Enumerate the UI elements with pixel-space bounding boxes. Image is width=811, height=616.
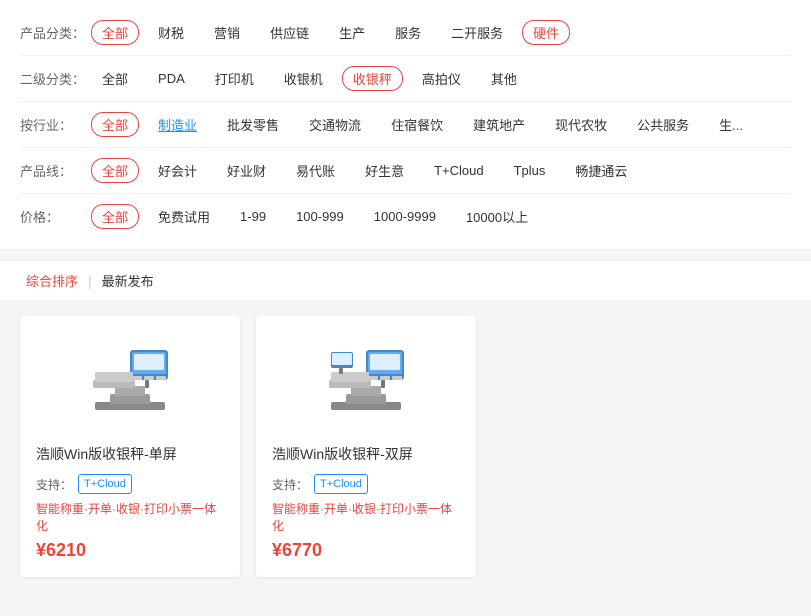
product-image-0: [36, 332, 224, 432]
subcategory-item-gaopayi[interactable]: 高拍仪: [411, 66, 472, 91]
price-item-free[interactable]: 免费试用: [147, 204, 221, 229]
product-title-0: 浩顺Win版收银秤-单屏: [36, 444, 224, 464]
category-row: 产品分类： 全部 财税 营销 供应链 生产 服务 二开服务 硬件: [20, 10, 791, 56]
industry-row: 按行业： 全部 制造业 批发零售 交通物流 住宿餐饮 建筑地产 现代农牧 公共服…: [20, 102, 791, 148]
productline-item-tcloud[interactable]: T+Cloud: [423, 160, 495, 181]
subcategory-label: 二级分类：: [20, 69, 85, 88]
price-label: 价格：: [20, 207, 85, 226]
industry-item-quanbu[interactable]: 全部: [91, 112, 139, 137]
price-item-100-999[interactable]: 100-999: [285, 206, 355, 227]
category-item-erkaifuwu[interactable]: 二开服务: [440, 20, 514, 45]
subcategory-item-shouyincheng[interactable]: 收银秤: [342, 66, 403, 91]
category-item-yingjian[interactable]: 硬件: [522, 20, 570, 45]
product-price-1: ¥6770: [272, 540, 460, 561]
product-thumbnail-1: [321, 342, 411, 422]
product-thumbnail-0: [85, 342, 175, 422]
product-support-1: 支持： T+Cloud: [272, 474, 460, 494]
products-area: 浩顺Win版收银秤-单屏 支持： T+Cloud 智能称重·开单·收银·打印小票…: [0, 300, 811, 593]
product-card-1[interactable]: 浩顺Win版收银秤-双屏 支持： T+Cloud 智能称重·开单·收银·打印小票…: [256, 316, 476, 577]
subcategory-item-qita[interactable]: 其他: [480, 66, 528, 91]
category-item-caishui[interactable]: 财税: [147, 20, 195, 45]
productline-item-quanbu[interactable]: 全部: [91, 158, 139, 183]
price-item-1-99[interactable]: 1-99: [229, 206, 277, 227]
category-item-quanbu[interactable]: 全部: [91, 20, 139, 45]
product-support-badge-1: T+Cloud: [314, 474, 368, 494]
subcategory-item-shouyin[interactable]: 收银机: [273, 66, 334, 91]
subcategory-item-pda[interactable]: PDA: [147, 68, 196, 89]
product-price-0: ¥6210: [36, 540, 224, 561]
product-desc-0: 智能称重·开单·收银·打印小票一体化: [36, 500, 224, 534]
sort-item-最新发布[interactable]: 最新发布: [96, 269, 160, 292]
productline-label: 产品线：: [20, 161, 85, 180]
productline-item-tplus[interactable]: Tplus: [503, 160, 557, 181]
price-row: 价格： 全部 免费试用 1-99 100-999 1000-9999 10000…: [20, 194, 791, 239]
product-title-1: 浩顺Win版收银秤-双屏: [272, 444, 460, 464]
subcategory-row: 二级分类： 全部 PDA 打印机 收银机 收银秤 高拍仪 其他: [20, 56, 791, 102]
industry-item-jiaotong[interactable]: 交通物流: [298, 112, 372, 137]
productline-item-changjiecloud[interactable]: 畅捷通云: [564, 158, 638, 183]
productline-item-yidaizhang[interactable]: 易代账: [285, 158, 346, 183]
industry-item-nongmu[interactable]: 现代农牧: [544, 112, 618, 137]
industry-item-gonggong[interactable]: 公共服务: [626, 112, 700, 137]
industry-item-zhizao[interactable]: 制造业: [147, 112, 208, 137]
product-card-0[interactable]: 浩顺Win版收银秤-单屏 支持： T+Cloud 智能称重·开单·收银·打印小票…: [20, 316, 240, 577]
price-item-1000-9999[interactable]: 1000-9999: [363, 206, 447, 227]
product-support-label-0: 支持：: [36, 476, 72, 493]
industry-item-zhusucanting[interactable]: 住宿餐饮: [380, 112, 454, 137]
industry-label: 按行业：: [20, 115, 85, 134]
subcategory-item-quanbu[interactable]: 全部: [91, 66, 139, 91]
price-item-quanbu[interactable]: 全部: [91, 204, 139, 229]
productline-item-houkuaiji[interactable]: 好会计: [147, 158, 208, 183]
productline-item-houyecai[interactable]: 好业财: [216, 158, 277, 183]
subcategory-item-yinji[interactable]: 打印机: [204, 66, 265, 91]
product-desc-1: 智能称重·开单·收银·打印小票一体化: [272, 500, 460, 534]
industry-item-more[interactable]: 生...: [708, 112, 754, 137]
product-support-label-1: 支持：: [272, 476, 308, 493]
productline-row: 产品线： 全部 好会计 好业财 易代账 好生意 T+Cloud Tplus 畅捷…: [20, 148, 791, 194]
sort-divider: |: [88, 273, 92, 289]
sort-item-综合排序[interactable]: 综合排序: [20, 269, 84, 292]
category-item-gongyinglian[interactable]: 供应链: [259, 20, 320, 45]
category-label: 产品分类：: [20, 23, 85, 42]
filter-section: 产品分类： 全部 财税 营销 供应链 生产 服务 二开服务 硬件 二级分类： 全…: [0, 0, 811, 250]
product-support-0: 支持： T+Cloud: [36, 474, 224, 494]
industry-item-pifa[interactable]: 批发零售: [216, 112, 290, 137]
product-support-badge-0: T+Cloud: [78, 474, 132, 494]
category-item-shengchan[interactable]: 生产: [328, 20, 376, 45]
sort-bar: 综合排序 | 最新发布: [0, 260, 811, 300]
product-image-1: [272, 332, 460, 432]
productline-item-houshenyi[interactable]: 好生意: [354, 158, 415, 183]
category-item-yingxiao[interactable]: 营销: [203, 20, 251, 45]
price-item-10000plus[interactable]: 10000以上: [455, 204, 539, 229]
industry-item-jianzhu[interactable]: 建筑地产: [462, 112, 536, 137]
category-item-fuwu[interactable]: 服务: [384, 20, 432, 45]
